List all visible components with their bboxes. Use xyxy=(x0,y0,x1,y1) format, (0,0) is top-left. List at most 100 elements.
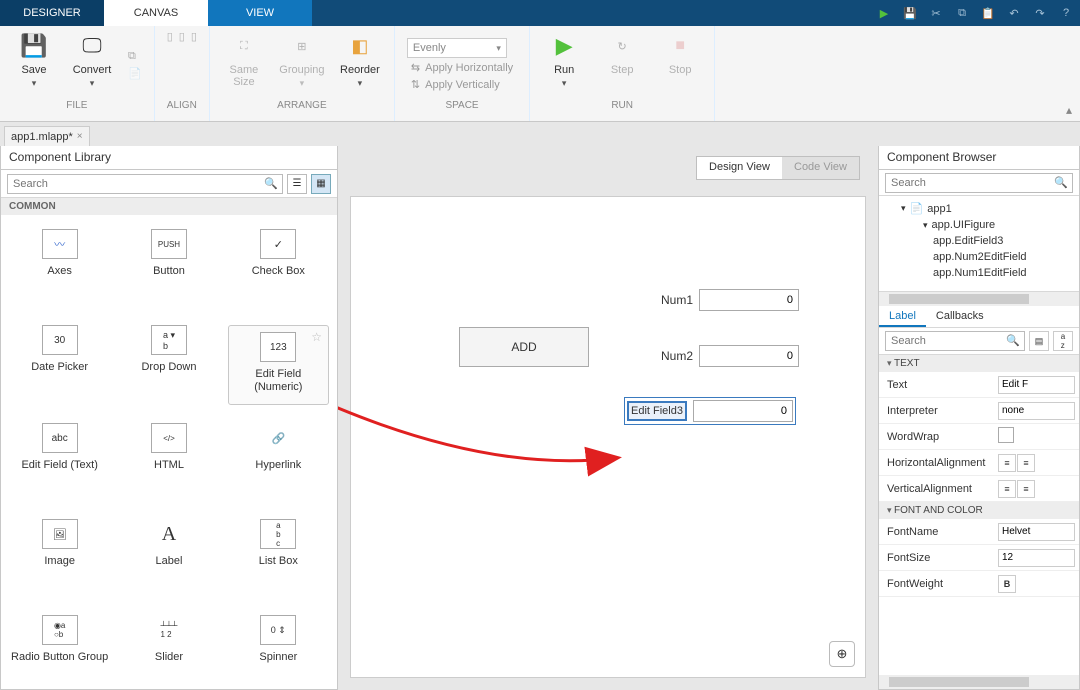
close-icon[interactable]: × xyxy=(77,131,83,142)
align-left-button[interactable]: ≡ xyxy=(998,454,1016,472)
save-icon[interactable]: 💾 xyxy=(902,5,918,21)
numeric-icon: 123 xyxy=(270,342,287,353)
component-hyperlink[interactable]: 🔗Hyperlink xyxy=(228,423,329,501)
grouping-button: ⊞ Grouping ▾ xyxy=(280,30,324,89)
component-image[interactable]: 🖼Image xyxy=(9,519,110,597)
category-font[interactable]: FONT AND COLOR xyxy=(879,502,1079,519)
favorite-icon[interactable]: ☆ xyxy=(311,330,322,344)
help-icon[interactable]: ? xyxy=(1058,5,1074,21)
prop-wordwrap-checkbox[interactable] xyxy=(998,427,1014,443)
tree-uifigure[interactable]: ▾app.UIFigure xyxy=(879,217,1079,233)
inspector-tab-callbacks[interactable]: Callbacks xyxy=(926,306,994,327)
component-html[interactable]: </>HTML xyxy=(118,423,219,501)
design-view-tab[interactable]: Design View xyxy=(697,157,782,179)
edit-field3-label[interactable]: Edit Field3 xyxy=(627,401,687,421)
tree-app[interactable]: ▾📄app1 xyxy=(879,200,1079,217)
tree-num1editfield[interactable]: app.Num1EditField xyxy=(879,265,1079,281)
run-icon[interactable]: ▶ xyxy=(876,5,892,21)
component-drop-down[interactable]: a ▾bDrop Down xyxy=(118,325,219,403)
cut-icon[interactable]: ✂ xyxy=(928,5,944,21)
num1-input[interactable] xyxy=(699,289,799,311)
num2-label: Num2 xyxy=(651,349,693,363)
code-view-tab[interactable]: Code View xyxy=(782,157,859,179)
component-list-box[interactable]: abcList Box xyxy=(228,519,329,597)
vert-icon: ⇅ xyxy=(411,78,420,91)
component-axes[interactable]: 〰Axes xyxy=(9,229,110,307)
html-icon: </> xyxy=(163,434,175,443)
tree-num2editfield[interactable]: app.Num2EditField xyxy=(879,249,1079,265)
component-edit-field-numeric[interactable]: ☆123Edit Field (Numeric) xyxy=(228,325,329,405)
copy-icon[interactable]: ⧉ xyxy=(954,5,970,21)
zoom-button[interactable]: ⊕ xyxy=(829,641,855,667)
list-view-button[interactable]: ☰ xyxy=(287,174,307,194)
tree-editfield3[interactable]: app.EditField3 xyxy=(879,233,1079,249)
list-icon: abc xyxy=(276,521,280,548)
align-center-icon[interactable]: ▯ xyxy=(179,30,185,100)
category-view-icon[interactable]: ▤ xyxy=(1029,331,1049,351)
align-center-button[interactable]: ≡ xyxy=(1017,454,1035,472)
grid-view-button[interactable]: ▦ xyxy=(311,174,331,194)
component-label[interactable]: ALabel xyxy=(118,519,219,597)
spacing-combo[interactable]: Evenly xyxy=(407,38,507,58)
group-label-run: RUN xyxy=(611,100,633,111)
num2-input[interactable] xyxy=(699,345,799,367)
run-button[interactable]: ▶ Run ▾ xyxy=(542,30,586,89)
radio-icon: ◉a○b xyxy=(54,621,65,639)
slider-icon: ┴┴┴1 2 xyxy=(160,621,177,639)
step-button: ↻ Step xyxy=(600,30,644,76)
bold-button[interactable]: B xyxy=(998,575,1016,593)
component-button[interactable]: PUSHButton xyxy=(118,229,219,307)
component-search-input[interactable] xyxy=(7,174,283,194)
play-icon: ▶ xyxy=(556,33,573,59)
tab-view[interactable]: VIEW xyxy=(208,0,312,26)
component-browser-title: Component Browser xyxy=(879,146,1079,170)
prop-text-label: Text xyxy=(879,379,994,391)
add-button[interactable]: ADD xyxy=(459,327,589,367)
prop-interpreter-input[interactable] xyxy=(998,402,1075,420)
component-edit-field-text[interactable]: abcEdit Field (Text) xyxy=(9,423,110,501)
collapse-ribbon-icon[interactable]: ▴ xyxy=(1066,103,1072,117)
component-date-picker[interactable]: 30Date Picker xyxy=(9,325,110,403)
details-icon[interactable]: 📄 xyxy=(128,67,142,80)
component-radio-button-group[interactable]: ◉a○bRadio Button Group xyxy=(9,615,110,689)
compare-icon[interactable]: ⧉ xyxy=(128,50,142,63)
edit-field3-input[interactable] xyxy=(693,400,793,422)
stop-button: ■ Stop xyxy=(658,30,702,76)
tab-designer[interactable]: DESIGNER xyxy=(0,0,104,26)
component-spinner[interactable]: 0 ⇕Spinner xyxy=(228,615,329,689)
prop-text-input[interactable] xyxy=(998,376,1075,394)
align-left-icon[interactable]: ▯ xyxy=(167,30,173,100)
prop-fontsize-input[interactable] xyxy=(998,549,1075,567)
tab-canvas[interactable]: CANVAS xyxy=(104,0,208,26)
file-tab[interactable]: app1.mlapp* × xyxy=(4,126,90,146)
inspector-tab-label[interactable]: Label xyxy=(879,306,926,327)
prop-halign-label: HorizontalAlignment xyxy=(879,457,994,469)
image-icon: 🖼 xyxy=(53,528,67,541)
undo-icon[interactable]: ↶ xyxy=(1006,5,1022,21)
redo-icon[interactable]: ↷ xyxy=(1032,5,1048,21)
paste-icon[interactable]: 📋 xyxy=(980,5,996,21)
align-top-button[interactable]: ≡ xyxy=(998,480,1016,498)
reorder-icon: ◧ xyxy=(351,36,368,57)
edit-field3-selection[interactable]: Edit Field3 xyxy=(624,397,796,425)
calendar-icon: 30 xyxy=(54,335,65,346)
align-middle-button[interactable]: ≡ xyxy=(1017,480,1035,498)
category-text[interactable]: TEXT xyxy=(879,355,1079,372)
prop-fontname-input[interactable] xyxy=(998,523,1075,541)
apply-horizontally-button: ⇆Apply Horizontally xyxy=(407,60,517,75)
reorder-button[interactable]: ◧ Reorder ▾ xyxy=(338,30,382,89)
component-checkbox[interactable]: ✓Check Box xyxy=(228,229,329,307)
save-button[interactable]: 💾 Save ▾ xyxy=(12,30,56,89)
category-common: COMMON xyxy=(1,198,337,215)
expand-icon: ▾ xyxy=(901,203,906,214)
alpha-sort-icon[interactable]: az xyxy=(1053,331,1073,351)
ui-figure[interactable]: ADD Num1 Num2 Edit Field3 ⊕ xyxy=(350,196,866,678)
convert-button[interactable]: 🖵 Convert ▾ xyxy=(70,30,114,89)
component-library-title: Component Library xyxy=(1,146,337,170)
component-slider[interactable]: ┴┴┴1 2Slider xyxy=(118,615,219,689)
group-label-align: ALIGN xyxy=(167,100,197,111)
align-right-icon[interactable]: ▯ xyxy=(191,30,197,100)
inspector-search-input[interactable] xyxy=(885,331,1025,351)
group-label-file: FILE xyxy=(66,100,87,111)
browser-search-input[interactable] xyxy=(885,173,1073,193)
